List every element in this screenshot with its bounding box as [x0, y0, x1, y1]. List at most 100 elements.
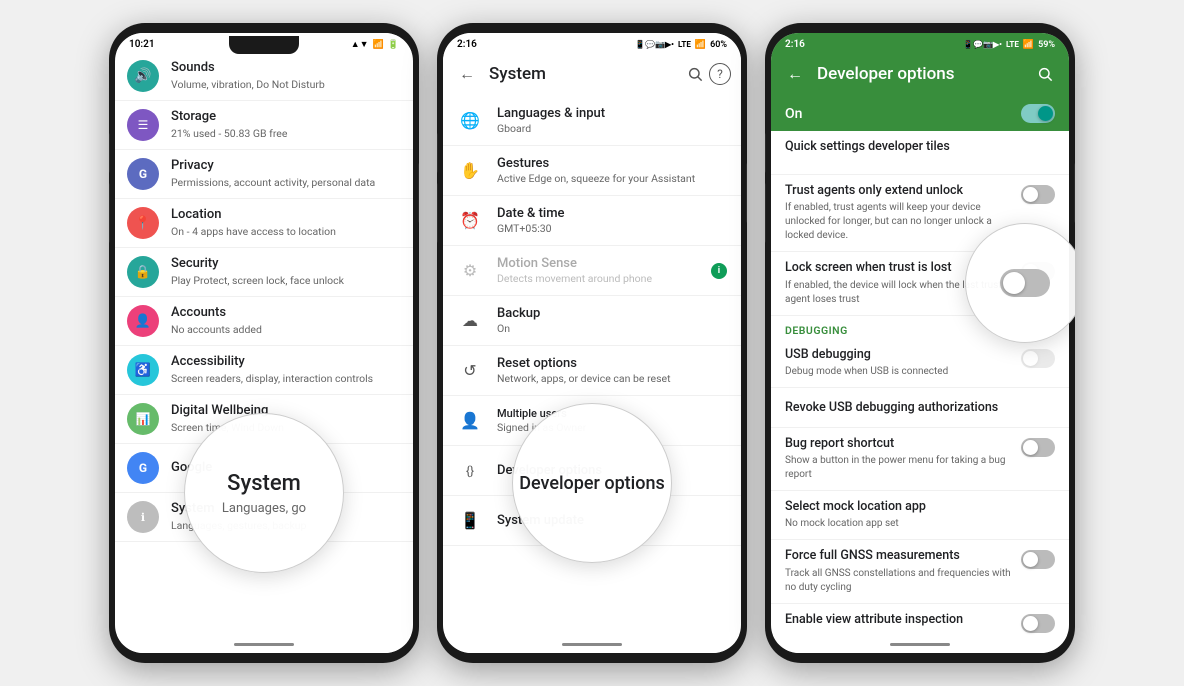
location-text: Location On - 4 apps have access to loca…	[171, 207, 401, 239]
search-button-3[interactable]	[1031, 60, 1059, 88]
location-title: Location	[171, 207, 401, 224]
languages-icon: 🌐	[457, 108, 483, 134]
sound-title: Sounds	[171, 60, 401, 77]
settings-item-storage[interactable]: ☰ Storage 21% used - 50.83 GB free	[115, 101, 413, 150]
languages-text: Languages & input Gboard	[497, 106, 727, 135]
bug-toggle[interactable]	[1021, 438, 1055, 457]
datetime-title: Date & time	[497, 206, 727, 221]
security-subtitle: Play Protect, screen lock, face unlock	[171, 274, 401, 288]
toolbar-2: ← System ?	[443, 52, 741, 96]
nav-bar-2	[443, 635, 741, 653]
dev-item-quick-settings[interactable]: Quick settings developer tiles	[771, 131, 1069, 175]
usb-toggle[interactable]	[1021, 349, 1055, 368]
backup-text: Backup On	[497, 306, 727, 335]
motion-subtitle: Detects movement around phone	[497, 272, 711, 285]
status-time-3: 2:16	[785, 39, 805, 50]
nav-bar-3	[771, 635, 1069, 653]
mock-subtitle: No mock location app set	[785, 517, 899, 531]
backup-icon: ☁	[457, 308, 483, 334]
dev-item-bug[interactable]: Bug report shortcut Show a button in the…	[771, 428, 1069, 491]
revoke-title: Revoke USB debugging authorizations	[785, 400, 998, 415]
vol-up-button-3	[765, 133, 766, 173]
wifi-icon-1: 📶	[373, 40, 384, 50]
trust-toggle[interactable]	[1021, 185, 1055, 204]
gestures-text: Gestures Active Edge on, squeeze for you…	[497, 156, 727, 185]
digital-icon: 📊	[136, 412, 151, 426]
status-bar-2: 2:16 📱💬📷▶• LTE 📶 60%	[443, 33, 741, 52]
back-button-2[interactable]: ←	[453, 60, 481, 88]
system-item-backup[interactable]: ☁ Backup On	[443, 296, 741, 346]
magnifier-circle-1: System Languages, go	[184, 413, 344, 573]
usb-subtitle: Debug mode when USB is connected	[785, 365, 1013, 379]
toggle-knob-on	[1038, 106, 1053, 121]
devops-icon: {}	[457, 458, 483, 484]
dev-item-revoke[interactable]: Revoke USB debugging authorizations	[771, 388, 1069, 428]
viewattr-title: Enable view attribute inspection	[785, 612, 1013, 628]
bug-text: Bug report shortcut Show a button in the…	[785, 436, 1013, 482]
usb-circle-overlay	[965, 223, 1075, 343]
privacy-icon: G	[139, 167, 147, 181]
settings-item-privacy[interactable]: G Privacy Permissions, account activity,…	[115, 150, 413, 199]
signal-icon-1: ▲▼	[351, 39, 369, 50]
magnifier-circle-2: Developer options	[512, 403, 672, 563]
dev-item-gnss[interactable]: Force full GNSS measurements Track all G…	[771, 540, 1069, 603]
system-item-datetime[interactable]: ⏰ Date & time GMT+05:30	[443, 196, 741, 246]
gnss-toggle[interactable]	[1021, 550, 1055, 569]
gnss-knob	[1023, 552, 1038, 567]
bug-knob	[1023, 440, 1038, 455]
accessibility-icon-wrap: ♿	[127, 354, 159, 386]
dev-item-mock[interactable]: Select mock location app No mock locatio…	[771, 491, 1069, 540]
usb-circle-toggle[interactable]	[1000, 269, 1050, 297]
settings-item-accounts[interactable]: 👤 Accounts No accounts added	[115, 297, 413, 346]
vol-up-button-2	[437, 133, 438, 173]
system-item-reset[interactable]: ↺ Reset options Network, apps, or device…	[443, 346, 741, 396]
settings-item-accessibility[interactable]: ♿ Accessibility Screen readers, display,…	[115, 346, 413, 395]
system-item-languages[interactable]: 🌐 Languages & input Gboard	[443, 96, 741, 146]
languages-title: Languages & input	[497, 106, 727, 121]
digital-icon-wrap: 📊	[127, 403, 159, 435]
privacy-icon-wrap: G	[127, 158, 159, 190]
dev-item-viewattr[interactable]: Enable view attribute inspection	[771, 604, 1069, 636]
dev-item-usb[interactable]: USB debugging Debug mode when USB is con…	[771, 339, 1069, 388]
sound-icon-wrap: 🔊	[127, 60, 159, 92]
system-item-gestures[interactable]: ✋ Gestures Active Edge on, squeeze for y…	[443, 146, 741, 196]
developer-toggle[interactable]	[1021, 104, 1055, 123]
accessibility-icon: ♿	[135, 363, 151, 378]
system-icon-wrap: ℹ	[127, 501, 159, 533]
phone-1: 10:21 ▲▼ 📶 🔋 🔊 Sounds Volume, v	[109, 23, 419, 663]
phone-1-frame: 10:21 ▲▼ 📶 🔋 🔊 Sounds Volume, v	[109, 23, 419, 663]
usb-text: USB debugging Debug mode when USB is con…	[785, 347, 1013, 379]
settings-item-sound[interactable]: 🔊 Sounds Volume, vibration, Do Not Distu…	[115, 52, 413, 101]
search-button-2[interactable]	[681, 60, 709, 88]
viewattr-toggle[interactable]	[1021, 614, 1055, 633]
quick-settings-title: Quick settings developer tiles	[785, 139, 1047, 155]
privacy-subtitle: Permissions, account activity, personal …	[171, 176, 401, 190]
battery-icon-1: 🔋	[388, 40, 399, 50]
usb-title: USB debugging	[785, 347, 1013, 363]
circle-subtitle-1: Languages, go	[222, 501, 306, 516]
nav-bar-1	[115, 635, 413, 653]
on-label: On	[785, 106, 1021, 122]
users-icon: 👤	[457, 408, 483, 434]
security-icon: 🔒	[135, 265, 151, 280]
system-item-motion[interactable]: ⚙ Motion Sense Detects movement around p…	[443, 246, 741, 296]
reset-text: Reset options Network, apps, or device c…	[497, 356, 727, 385]
vol-up-button	[109, 133, 110, 173]
location-icon-wrap: 📍	[127, 207, 159, 239]
status-icons-mid-3: 📱💬📷▶•	[963, 40, 1002, 49]
usb-knob	[1023, 351, 1038, 366]
help-button-2[interactable]: ?	[709, 63, 731, 85]
dev-toolbar: ← Developer options	[771, 52, 1069, 96]
languages-subtitle: Gboard	[497, 122, 727, 135]
status-icons-1: ▲▼ 📶 🔋	[351, 39, 399, 50]
bug-title: Bug report shortcut	[785, 436, 1013, 452]
trust-text: Trust agents only extend unlock If enabl…	[785, 183, 1013, 243]
back-button-3[interactable]: ←	[781, 60, 809, 88]
dev-items-list: Quick settings developer tiles Trust age…	[771, 131, 1069, 635]
settings-item-security[interactable]: 🔒 Security Play Protect, screen lock, fa…	[115, 248, 413, 297]
sound-icon: 🔊	[134, 68, 151, 84]
settings-item-location[interactable]: 📍 Location On - 4 apps have access to lo…	[115, 199, 413, 248]
status-icons-mid-2: 📱💬📷▶•	[635, 40, 674, 49]
phone-2-frame: 2:16 📱💬📷▶• LTE 📶 60% ← System ?	[437, 23, 747, 663]
google-icon-wrap: G	[127, 452, 159, 484]
